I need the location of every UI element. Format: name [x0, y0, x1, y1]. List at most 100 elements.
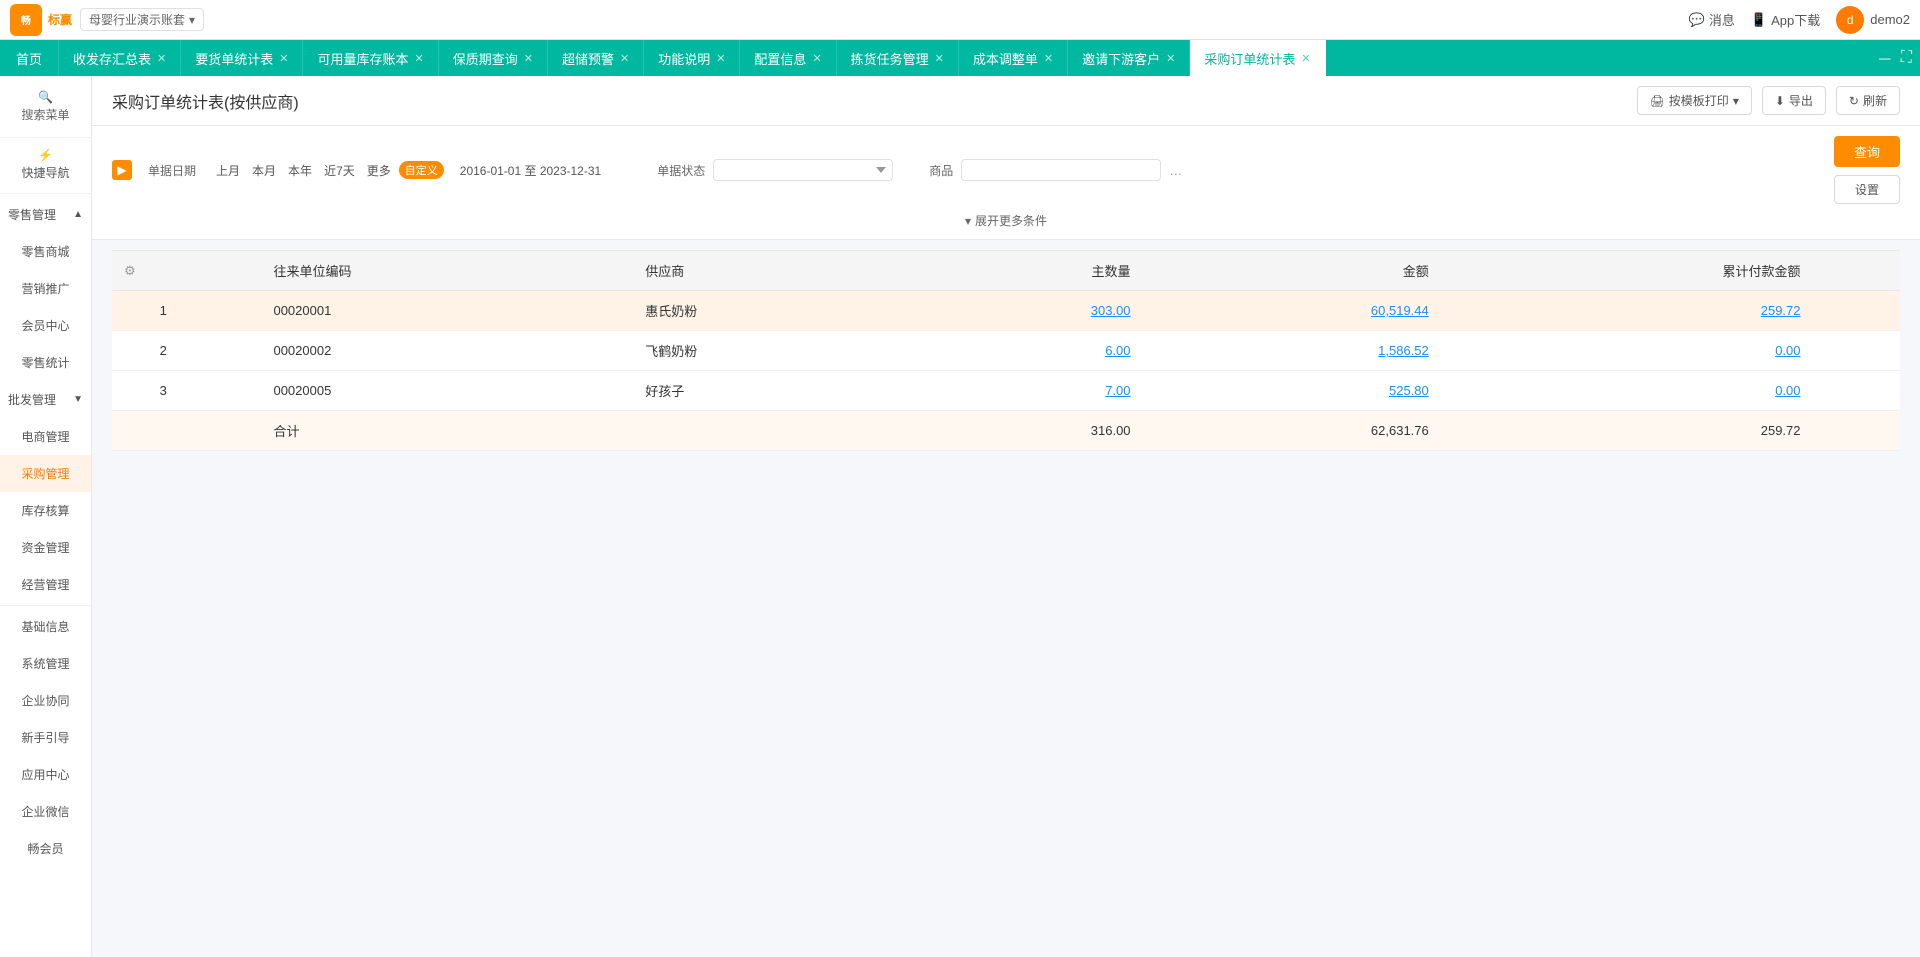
filter-area: ▶ 单据日期 上月 本月 本年 近7天 更多 自定义 2016-01-01 至 … — [92, 126, 1920, 240]
sidebar-item-enterprise[interactable]: 企业协同 — [0, 682, 91, 719]
sidebar-item-newguide[interactable]: 新手引导 — [0, 719, 91, 756]
goods-filter-label: 商品 — [929, 162, 953, 179]
sidebar-item-corpwx[interactable]: 企业微信 — [0, 793, 91, 830]
close-icon[interactable]: ✕ — [157, 52, 166, 65]
tab-baozhouqi[interactable]: 保质期查询 ✕ — [439, 40, 548, 76]
workspace-selector[interactable]: 母婴行业演示账套 ▾ — [80, 8, 204, 31]
tab-chaochu[interactable]: 超储预警 ✕ — [548, 40, 644, 76]
tab-yaohuo[interactable]: 要货单统计表 ✕ — [181, 40, 303, 76]
workspace-label: 母婴行业演示账套 — [89, 11, 185, 28]
status-filter-select[interactable] — [713, 159, 893, 181]
sidebar-item-basic[interactable]: 基础信息 — [0, 608, 91, 645]
nav-minimize-icon[interactable]: － — [1877, 46, 1893, 70]
refresh-icon: ↻ — [1849, 94, 1859, 108]
tab-keyongliang[interactable]: 可用量库存账本 ✕ — [303, 40, 438, 76]
footer-amount: 62,631.76 — [1143, 411, 1441, 451]
wholesale-label: 批发管理 — [8, 391, 56, 408]
close-icon[interactable]: ✕ — [935, 52, 944, 65]
retail-stats-label: 零售统计 — [21, 354, 69, 371]
basic-label: 基础信息 — [21, 618, 69, 635]
search-icon: 🔍 — [38, 90, 53, 104]
user-name: demo2 — [1870, 12, 1910, 27]
footer-settings-cell — [112, 411, 148, 451]
date-filter-label: 单据日期 — [148, 162, 196, 179]
refresh-button[interactable]: ↻ 刷新 — [1836, 86, 1900, 115]
table-row[interactable]: 2 00020002 飞鹤奶粉 6.00 1,586.52 0.00 — [112, 331, 1900, 371]
close-icon[interactable]: ✕ — [1044, 52, 1053, 65]
tab-chengben[interactable]: 成本调整单 ✕ — [959, 40, 1068, 76]
settings-button[interactable]: 设置 — [1834, 175, 1900, 204]
print-button[interactable]: 🖨 按模板打印 ▾ — [1637, 86, 1752, 115]
sidebar-item-purchase[interactable]: 采购管理 — [0, 455, 91, 492]
purchase-label: 采购管理 — [21, 465, 69, 482]
goods-filter-input[interactable] — [961, 159, 1161, 181]
status-filter-label: 单据状态 — [657, 162, 705, 179]
date-this-year-button[interactable]: 本年 — [284, 161, 316, 180]
tab-home[interactable]: 首页 — [0, 40, 59, 76]
row-unit-code: 00020005 — [261, 371, 633, 411]
sidebar-item-retail[interactable]: 零售管理 ▲ — [0, 196, 91, 233]
tab-gongneng[interactable]: 功能说明 ✕ — [644, 40, 740, 76]
logo-icon: 畅 — [10, 4, 42, 36]
sidebar-item-ecommerce[interactable]: 电商管理 — [0, 418, 91, 455]
expand-more-button[interactable]: ▾ 展开更多条件 — [965, 212, 1047, 229]
export-button[interactable]: ⬇ 导出 — [1762, 86, 1826, 115]
date-this-month-button[interactable]: 本月 — [248, 161, 280, 180]
sidebar-item-system[interactable]: 系统管理 — [0, 645, 91, 682]
tab-peizhi[interactable]: 配置信息 ✕ — [740, 40, 836, 76]
nav-tabs-right: － ⛶ — [1877, 46, 1920, 70]
close-icon[interactable]: ✕ — [1166, 52, 1175, 65]
tab-caigou[interactable]: 采购订单统计表 ✕ — [1190, 40, 1325, 76]
col-qty: 主数量 — [910, 251, 1142, 291]
table-row[interactable]: 1 00020001 惠氏奶粉 303.00 60,519.44 259.72 — [112, 291, 1900, 331]
sidebar-item-retail-stats[interactable]: 零售统计 — [0, 344, 91, 381]
settings-col-icon[interactable]: ⚙ — [124, 263, 136, 278]
close-icon[interactable]: ✕ — [1301, 52, 1310, 65]
row-index: 2 — [148, 331, 262, 371]
sidebar-item-vip[interactable]: 畅会员 — [0, 830, 91, 867]
date-more-button[interactable]: 更多 — [363, 161, 395, 180]
date-last-month-button[interactable]: 上月 — [212, 161, 244, 180]
row-qty: 7.00 — [910, 371, 1142, 411]
table-row[interactable]: 3 00020005 好孩子 7.00 525.80 0.00 — [112, 371, 1900, 411]
filter-toggle-button[interactable]: ▶ — [112, 160, 132, 180]
close-icon[interactable]: ✕ — [812, 52, 821, 65]
tab-peihuorenwu[interactable]: 拣货任务管理 ✕ — [837, 40, 959, 76]
sidebar-item-member[interactable]: 会员中心 — [0, 307, 91, 344]
close-icon[interactable]: ✕ — [524, 52, 533, 65]
footer-paid-amount: 259.72 — [1441, 411, 1813, 451]
page-actions: 🖨 按模板打印 ▾ ⬇ 导出 ↻ 刷新 — [1637, 86, 1900, 115]
date-7days-button[interactable]: 近7天 — [320, 161, 359, 180]
row-supplier: 惠氏奶粉 — [633, 291, 910, 331]
app-download-button[interactable]: 📱 App下载 — [1751, 10, 1820, 29]
sidebar-item-marketing[interactable]: 营销推广 — [0, 270, 91, 307]
nav-maximize-icon[interactable]: ⛶ — [1901, 49, 1912, 67]
date-custom-badge[interactable]: 自定义 — [399, 161, 444, 179]
close-icon[interactable]: ✕ — [620, 52, 629, 65]
sidebar-item-finance[interactable]: 资金管理 — [0, 529, 91, 566]
message-button[interactable]: 💬 消息 — [1689, 10, 1735, 29]
marketing-label: 营销推广 — [21, 280, 69, 297]
query-button[interactable]: 查询 — [1834, 136, 1900, 167]
sidebar-item-stock[interactable]: 库存核算 — [0, 492, 91, 529]
sidebar-item-quicknav[interactable]: ⚡ 快捷导航 — [0, 138, 91, 191]
close-icon[interactable]: ✕ — [716, 52, 725, 65]
user-area[interactable]: d demo2 — [1836, 6, 1910, 34]
tab-shoufahuizong[interactable]: 收发存汇总表 ✕ — [59, 40, 181, 76]
tab-yaoqing[interactable]: 邀请下游客户 ✕ — [1068, 40, 1190, 76]
sidebar-item-wholesale[interactable]: 批发管理 ▼ — [0, 381, 91, 418]
goods-input-more-icon[interactable]: … — [1169, 163, 1182, 178]
col-empty — [1813, 251, 1901, 291]
search-menu-button[interactable]: 🔍 搜索菜单 — [6, 84, 85, 129]
close-icon[interactable]: ✕ — [279, 52, 288, 65]
row-paid-amount: 259.72 — [1441, 291, 1813, 331]
close-icon[interactable]: ✕ — [415, 52, 424, 65]
refresh-label: 刷新 — [1863, 92, 1887, 109]
sidebar-item-retail-mall[interactable]: 零售商城 — [0, 233, 91, 270]
filter-expand-row: ▾ 展开更多条件 — [112, 204, 1900, 229]
sidebar-item-operation[interactable]: 经营管理 — [0, 566, 91, 603]
sidebar-item-appcenter[interactable]: 应用中心 — [0, 756, 91, 793]
enterprise-label: 企业协同 — [21, 692, 69, 709]
row-amount: 1,586.52 — [1143, 331, 1441, 371]
row-amount: 525.80 — [1143, 371, 1441, 411]
